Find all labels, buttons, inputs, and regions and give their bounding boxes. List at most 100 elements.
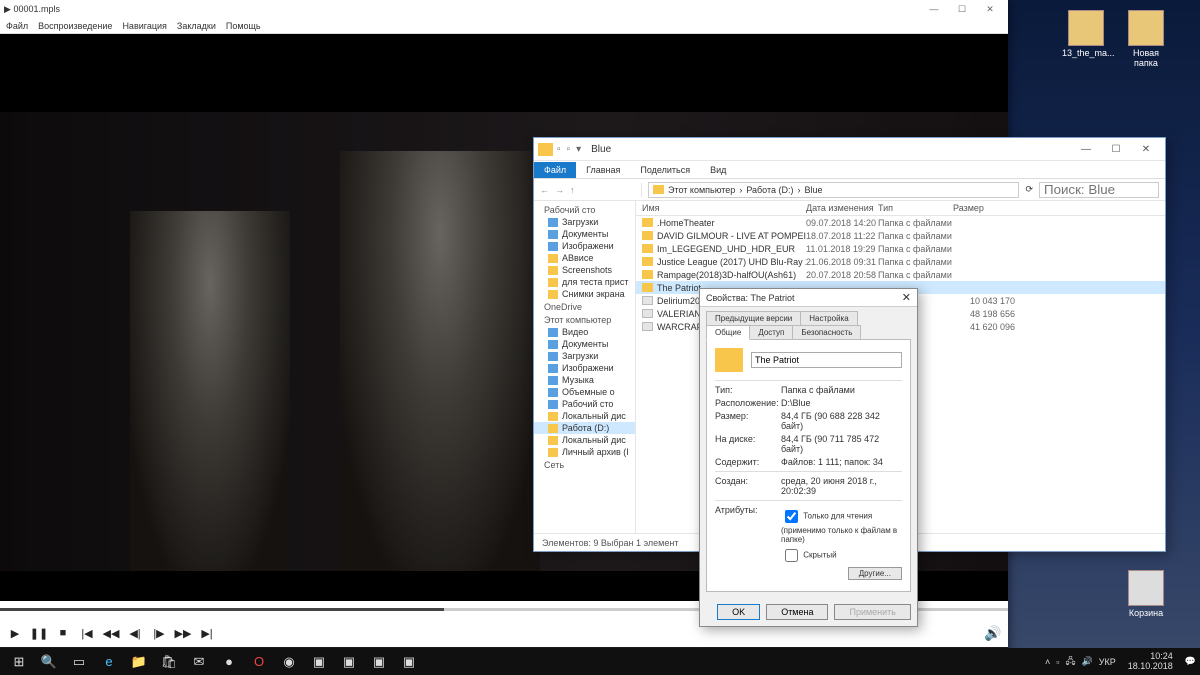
qa-icon[interactable]: ▫ xyxy=(567,144,571,155)
tab-share[interactable]: Поделиться xyxy=(630,162,700,178)
tab-security[interactable]: Безопасность xyxy=(792,325,861,340)
nav-item[interactable]: ABвисе xyxy=(534,252,635,264)
folder-name-input[interactable] xyxy=(751,352,902,368)
action-center-icon[interactable]: 💬 xyxy=(1185,656,1196,667)
nav-item[interactable]: Загрузки xyxy=(534,350,635,362)
desktop-icon[interactable]: Новая папка xyxy=(1122,10,1170,68)
search-input[interactable] xyxy=(1039,182,1159,198)
nav-item[interactable]: Рабочий сто xyxy=(534,203,635,216)
nav-item[interactable]: Документы xyxy=(534,338,635,350)
taskbar-app[interactable]: ▣ xyxy=(304,650,334,674)
nav-item[interactable]: Объемные о xyxy=(534,386,635,398)
tray-language[interactable]: УКР xyxy=(1099,657,1116,667)
nav-item[interactable]: Локальный дис xyxy=(534,410,635,422)
taskbar-app[interactable]: ● xyxy=(214,650,244,674)
prev-button[interactable]: |◀ xyxy=(78,624,96,642)
nav-item[interactable]: Этот компьютер xyxy=(534,313,635,326)
maximize-button[interactable]: ☐ xyxy=(1101,144,1131,155)
taskbar-app[interactable]: ▣ xyxy=(334,650,364,674)
step-back-button[interactable]: ◀| xyxy=(126,624,144,642)
nav-item[interactable]: Снимки экрана xyxy=(534,288,635,300)
taskbar-app[interactable]: ▣ xyxy=(364,650,394,674)
readonly-checkbox[interactable]: Только для чтения (применимо только к фа… xyxy=(781,507,902,544)
tab-sharing[interactable]: Доступ xyxy=(749,325,793,340)
qa-icon[interactable]: ▫ xyxy=(557,144,561,155)
fast-fwd-button[interactable]: ▶▶ xyxy=(174,624,192,642)
refresh-button[interactable]: ⟳ xyxy=(1025,184,1033,195)
nav-item[interactable]: Screenshots xyxy=(534,264,635,276)
recycle-bin-icon[interactable]: Корзина xyxy=(1122,570,1170,618)
explorer-titlebar[interactable]: ▫▫▾ Blue — ☐ ✕ xyxy=(534,138,1165,161)
task-view-icon[interactable]: ▭ xyxy=(64,650,94,674)
back-button[interactable]: ← xyxy=(540,185,549,195)
tab-customize[interactable]: Настройка xyxy=(800,311,857,326)
nav-item[interactable]: Изображени xyxy=(534,240,635,252)
rewind-button[interactable]: ◀◀ xyxy=(102,624,120,642)
file-row[interactable]: Im_LEGEGEND_UHD_HDR_EUR11.01.2018 19:29П… xyxy=(636,242,1165,255)
menu-navigation[interactable]: Навигация xyxy=(122,21,166,31)
menu-file[interactable]: Файл xyxy=(6,21,28,31)
file-row[interactable]: Justice League (2017) UHD Blu-Ray 2160p2… xyxy=(636,255,1165,268)
next-button[interactable]: ▶| xyxy=(198,624,216,642)
file-row[interactable]: .HomeTheater09.07.2018 14:20Папка с файл… xyxy=(636,216,1165,229)
hidden-checkbox[interactable]: Скрытый xyxy=(781,546,902,565)
menu-playback[interactable]: Воспроизведение xyxy=(38,21,112,31)
ok-button[interactable]: OK xyxy=(717,604,760,620)
tab-general[interactable]: Общие xyxy=(706,325,750,340)
tray-icon[interactable]: ▫ xyxy=(1056,657,1059,667)
play-button[interactable]: ▶ xyxy=(6,624,24,642)
step-fwd-button[interactable]: |▶ xyxy=(150,624,168,642)
breadcrumb[interactable]: Этот компьютер› Работа (D:)› Blue xyxy=(648,182,1019,198)
close-button[interactable]: ✕ xyxy=(1131,144,1161,155)
menu-help[interactable]: Помощь xyxy=(226,21,261,31)
up-button[interactable]: ↑ xyxy=(570,185,575,195)
file-row[interactable]: Rampage(2018)3D-halfOU(Ash61)20.07.2018 … xyxy=(636,268,1165,281)
tab-home[interactable]: Главная xyxy=(576,162,630,178)
tray-chevron-icon[interactable]: ˄ xyxy=(1045,657,1050,667)
taskbar-app[interactable]: ▣ xyxy=(394,650,424,674)
taskbar-mail[interactable]: ✉ xyxy=(184,650,214,674)
nav-item[interactable]: Личный архив (I xyxy=(534,446,635,458)
taskbar-app[interactable]: O xyxy=(244,650,274,674)
cancel-button[interactable]: Отмена xyxy=(766,604,828,620)
taskbar-chrome[interactable]: ◉ xyxy=(274,650,304,674)
taskbar-app[interactable]: e xyxy=(94,650,124,674)
nav-item[interactable]: Рабочий сто xyxy=(534,398,635,410)
pause-button[interactable]: ❚❚ xyxy=(30,624,48,642)
volume-icon[interactable]: 🔊 xyxy=(984,624,1002,642)
other-attrs-button[interactable]: Другие... xyxy=(848,567,902,580)
tab-previous-versions[interactable]: Предыдущие версии xyxy=(706,311,801,326)
close-button[interactable]: ✕ xyxy=(976,4,1004,15)
tray-network-icon[interactable]: 🖧 xyxy=(1066,654,1076,670)
nav-item[interactable]: Документы xyxy=(534,228,635,240)
tab-view[interactable]: Вид xyxy=(700,162,736,178)
nav-item[interactable]: Изображени xyxy=(534,362,635,374)
tab-file[interactable]: Файл xyxy=(534,162,576,178)
tray-clock[interactable]: 10:2418.10.2018 xyxy=(1122,652,1179,672)
nav-item[interactable]: для теста прист xyxy=(534,276,635,288)
forward-button[interactable]: → xyxy=(555,185,564,195)
search-icon[interactable]: 🔍 xyxy=(34,650,64,674)
minimize-button[interactable]: — xyxy=(1071,144,1101,155)
file-row[interactable]: DAVID GILMOUR - LIVE AT POMPEII18.07.201… xyxy=(636,229,1165,242)
nav-item[interactable]: Работа (D:) xyxy=(534,422,635,434)
player-titlebar[interactable]: ▶ 00001.mpls — ☐ ✕ xyxy=(0,0,1008,18)
nav-item[interactable]: Видео xyxy=(534,326,635,338)
nav-item[interactable]: Сеть xyxy=(534,458,635,471)
taskbar-explorer[interactable]: 📁 xyxy=(124,650,154,674)
nav-item[interactable]: Загрузки xyxy=(534,216,635,228)
dialog-titlebar[interactable]: Свойства: The Patriot ✕ xyxy=(700,289,917,307)
qa-dropdown-icon[interactable]: ▾ xyxy=(576,144,581,155)
column-headers[interactable]: Имя Дата изменения Тип Размер xyxy=(636,201,1165,216)
menu-bookmarks[interactable]: Закладки xyxy=(177,21,216,31)
start-button[interactable]: ⊞ xyxy=(4,650,34,674)
nav-item[interactable]: Локальный дис xyxy=(534,434,635,446)
desktop-icon[interactable]: 13_the_ma... xyxy=(1062,10,1110,58)
taskbar-store[interactable]: 🛍 xyxy=(154,650,184,674)
close-button[interactable]: ✕ xyxy=(902,291,911,304)
nav-item[interactable]: Музыка xyxy=(534,374,635,386)
tray-volume-icon[interactable]: 🔊 xyxy=(1082,656,1093,667)
maximize-button[interactable]: ☐ xyxy=(948,4,976,15)
nav-item[interactable]: OneDrive xyxy=(534,300,635,313)
stop-button[interactable]: ■ xyxy=(54,624,72,642)
